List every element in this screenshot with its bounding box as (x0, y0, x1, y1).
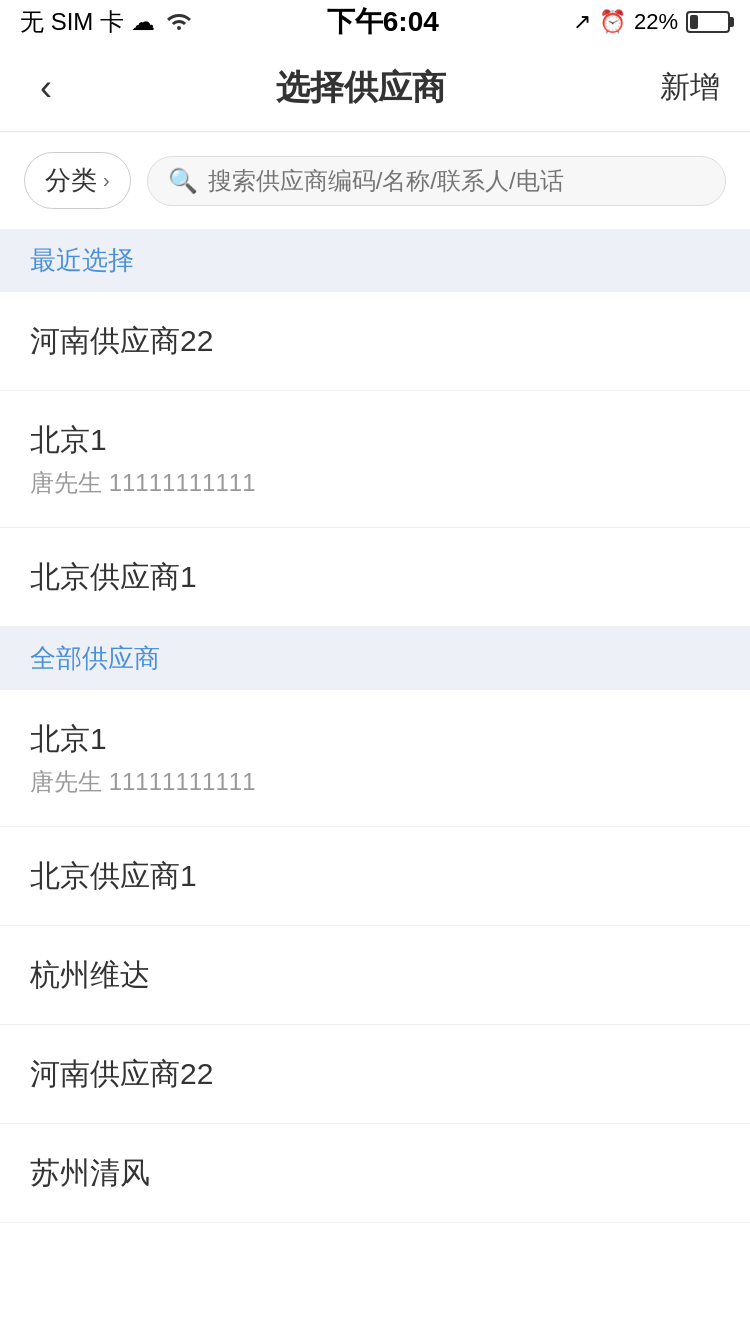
all-list: 北京1 唐先生 11111111111 北京供应商1 杭州维达河南供应商22 苏州清风 (0, 690, 750, 1223)
list-item[interactable]: 河南供应商22 (0, 1025, 750, 1124)
item-name: 河南供应商22 (30, 320, 720, 362)
chevron-right-icon: › (103, 169, 110, 192)
item-name: 杭州维达 (30, 954, 720, 996)
item-name: 北京供应商1 (30, 556, 720, 598)
status-left: 无 SIM 卡 ☁ (20, 6, 193, 38)
recent-section-header: 最近选择 (0, 229, 750, 292)
list-item[interactable]: 杭州维达 (0, 926, 750, 1025)
status-time: 下午6:04 (327, 3, 439, 41)
search-input[interactable] (208, 167, 705, 195)
location-icon: ↗ (573, 9, 591, 35)
wifi-icon (165, 8, 193, 36)
alarm-icon: ⏰ (599, 9, 626, 35)
item-name: 河南供应商22 (30, 1053, 720, 1095)
category-filter[interactable]: 分类 › (24, 152, 131, 209)
recent-list: 河南供应商22 北京1 唐先生 11111111111 北京供应商1 (0, 292, 750, 627)
nav-bar: ‹ 选择供应商 新增 (0, 44, 750, 132)
battery-percent: 22% (634, 9, 678, 35)
item-name: 北京供应商1 (30, 855, 720, 897)
back-button[interactable]: ‹ (30, 57, 62, 119)
category-label: 分类 (45, 163, 97, 198)
recent-section-label: 最近选择 (30, 245, 134, 275)
add-button[interactable]: 新增 (660, 67, 720, 108)
list-item[interactable]: 北京供应商1 (0, 528, 750, 627)
battery-icon (686, 11, 730, 33)
search-icon: 🔍 (168, 167, 198, 195)
page-title: 选择供应商 (276, 65, 446, 111)
list-item[interactable]: 北京1 唐先生 11111111111 (0, 391, 750, 528)
item-sub: 唐先生 11111111111 (30, 766, 720, 798)
filter-bar: 分类 › 🔍 (0, 132, 750, 229)
item-name: 北京1 (30, 419, 720, 461)
list-item[interactable]: 河南供应商22 (0, 292, 750, 391)
status-bar: 无 SIM 卡 ☁ 下午6:04 ↗ ⏰ 22% (0, 0, 750, 44)
list-item[interactable]: 北京供应商1 (0, 827, 750, 926)
all-section-label: 全部供应商 (30, 643, 160, 673)
item-name: 北京1 (30, 718, 720, 760)
list-item[interactable]: 北京1 唐先生 11111111111 (0, 690, 750, 827)
all-section-header: 全部供应商 (0, 627, 750, 690)
search-box[interactable]: 🔍 (147, 156, 726, 206)
item-sub: 唐先生 11111111111 (30, 467, 720, 499)
sim-status: 无 SIM 卡 ☁ (20, 6, 155, 38)
status-right: ↗ ⏰ 22% (573, 9, 730, 35)
list-item[interactable]: 苏州清风 (0, 1124, 750, 1223)
item-name: 苏州清风 (30, 1152, 720, 1194)
